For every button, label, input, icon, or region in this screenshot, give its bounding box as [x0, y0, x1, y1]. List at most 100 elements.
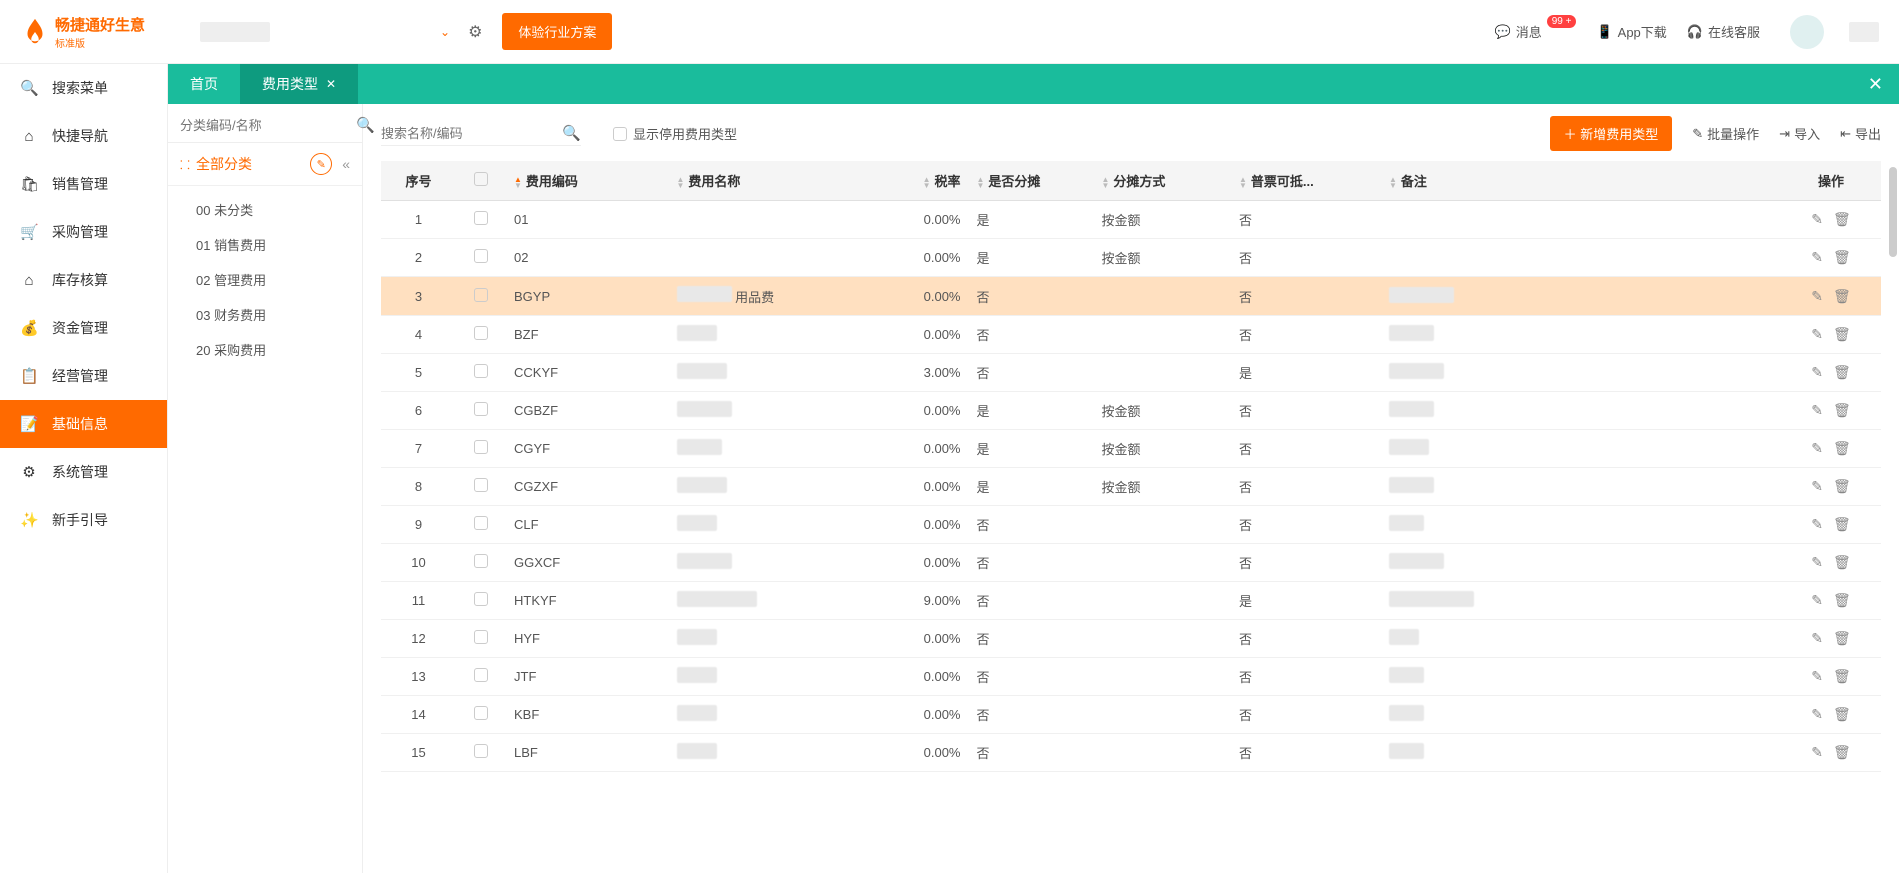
sidebar-item-新手引导[interactable]: ✨新手引导: [0, 496, 167, 544]
delete-icon[interactable]: 🗑: [1833, 364, 1851, 381]
table-row[interactable]: 7 CGYF 0.00% 是 按金额 否 ✎🗑: [381, 430, 1881, 468]
sidebar-item-采购管理[interactable]: 🛒采购管理: [0, 208, 167, 256]
row-checkbox[interactable]: [474, 554, 488, 568]
sidebar-item-资金管理[interactable]: 💰资金管理: [0, 304, 167, 352]
th-alloc[interactable]: ▲▼是否分摊: [969, 161, 1094, 201]
row-checkbox[interactable]: [474, 364, 488, 378]
edit-icon[interactable]: ✎: [1811, 554, 1823, 571]
add-expense-type-button[interactable]: ＋ 新增费用类型: [1550, 116, 1673, 151]
th-remark[interactable]: ▲▼备注: [1381, 161, 1781, 201]
row-checkbox[interactable]: [474, 326, 488, 340]
delete-icon[interactable]: 🗑: [1833, 706, 1851, 723]
online-service-link[interactable]: 🎧 在线客服: [1687, 22, 1760, 41]
table-row[interactable]: 13 JTF 0.00% 否 否 ✎🗑: [381, 658, 1881, 696]
tree-root-label[interactable]: 全部分类: [196, 154, 310, 174]
export-link[interactable]: ⇤ 导出: [1840, 124, 1881, 143]
delete-icon[interactable]: 🗑: [1833, 516, 1851, 533]
table-row[interactable]: 2 02 0.00% 是 按金额 否 ✎🗑: [381, 239, 1881, 277]
th-deduct[interactable]: ▲▼普票可抵...: [1231, 161, 1381, 201]
category-search-input[interactable]: [180, 118, 356, 133]
batch-ops-link[interactable]: ✎ 批量操作: [1692, 124, 1759, 143]
tree-item[interactable]: 03 财务费用: [168, 297, 362, 332]
edit-icon[interactable]: ✎: [1811, 630, 1823, 647]
sidebar-item-快捷导航[interactable]: ⌂快捷导航: [0, 112, 167, 160]
delete-icon[interactable]: 🗑: [1833, 744, 1851, 761]
delete-icon[interactable]: 🗑: [1833, 440, 1851, 457]
edit-icon[interactable]: ✎: [1811, 516, 1823, 533]
tab-close-icon[interactable]: ✕: [326, 77, 336, 91]
th-tax[interactable]: ▲▼税率: [869, 161, 969, 201]
tabs-close-all-icon[interactable]: ✕: [1852, 74, 1899, 95]
table-row[interactable]: 9 CLF 0.00% 否 否 ✎🗑: [381, 506, 1881, 544]
tab-费用类型[interactable]: 费用类型✕: [240, 64, 358, 104]
avatar-more[interactable]: [1849, 22, 1879, 42]
row-checkbox[interactable]: [474, 516, 488, 530]
search-icon[interactable]: 🔍: [562, 124, 581, 142]
row-checkbox[interactable]: [474, 288, 488, 302]
sidebar-item-库存核算[interactable]: ⌂库存核算: [0, 256, 167, 304]
sidebar-item-搜索菜单[interactable]: 🔍搜索菜单: [0, 64, 167, 112]
row-checkbox[interactable]: [474, 706, 488, 720]
delete-icon[interactable]: 🗑: [1833, 630, 1851, 647]
th-seq[interactable]: 序号: [381, 161, 456, 201]
delete-icon[interactable]: 🗑: [1833, 668, 1851, 685]
row-checkbox[interactable]: [474, 592, 488, 606]
table-row[interactable]: 10 GGXCF 0.00% 否 否 ✎🗑: [381, 544, 1881, 582]
edit-icon[interactable]: ✎: [1811, 211, 1823, 228]
edit-icon[interactable]: ✎: [1811, 326, 1823, 343]
edit-icon[interactable]: ✎: [1811, 478, 1823, 495]
tree-collapse-icon[interactable]: «: [342, 156, 350, 172]
settings-gear-icon[interactable]: ⚙: [468, 22, 482, 42]
tree-item[interactable]: 00 未分类: [168, 192, 362, 227]
table-row[interactable]: 1 01 0.00% 是 按金额 否 ✎🗑: [381, 201, 1881, 239]
table-row[interactable]: 8 CGZXF 0.00% 是 按金额 否 ✎🗑: [381, 468, 1881, 506]
delete-icon[interactable]: 🗑: [1833, 592, 1851, 609]
th-name[interactable]: ▲▼费用名称: [669, 161, 869, 201]
sidebar-item-系统管理[interactable]: ⚙系统管理: [0, 448, 167, 496]
row-checkbox[interactable]: [474, 402, 488, 416]
tab-首页[interactable]: 首页: [168, 64, 240, 104]
scrollbar-thumb[interactable]: [1889, 167, 1897, 257]
edit-icon[interactable]: ✎: [1811, 364, 1823, 381]
th-code[interactable]: ▲▼费用编码: [506, 161, 669, 201]
edit-icon[interactable]: ✎: [1811, 249, 1823, 266]
table-row[interactable]: 11 HTKYF 9.00% 否 是 ✎🗑: [381, 582, 1881, 620]
message-link[interactable]: 💬 消息 99 +: [1495, 22, 1577, 41]
edit-icon[interactable]: ✎: [1811, 668, 1823, 685]
edit-icon[interactable]: ✎: [1811, 706, 1823, 723]
delete-icon[interactable]: 🗑: [1833, 326, 1851, 343]
edit-icon[interactable]: ✎: [1811, 744, 1823, 761]
avatar[interactable]: [1790, 15, 1824, 49]
edit-icon[interactable]: ✎: [1811, 288, 1823, 305]
tenant-selector[interactable]: ⌄: [200, 22, 450, 42]
delete-icon[interactable]: 🗑: [1833, 288, 1851, 305]
edit-icon[interactable]: ✎: [1811, 402, 1823, 419]
row-checkbox[interactable]: [474, 211, 488, 225]
table-row[interactable]: 4 BZF 0.00% 否 否 ✎🗑: [381, 316, 1881, 354]
delete-icon[interactable]: 🗑: [1833, 211, 1851, 228]
row-checkbox[interactable]: [474, 668, 488, 682]
th-checkbox[interactable]: [456, 161, 506, 201]
edit-icon[interactable]: ✎: [1811, 592, 1823, 609]
row-checkbox[interactable]: [474, 478, 488, 492]
app-download-link[interactable]: 📱 App下载: [1596, 22, 1666, 41]
row-checkbox[interactable]: [474, 249, 488, 263]
tree-item[interactable]: 01 销售费用: [168, 227, 362, 262]
edit-icon[interactable]: ✎: [1811, 440, 1823, 457]
table-row[interactable]: 6 CGBZF 0.00% 是 按金额 否 ✎🗑: [381, 392, 1881, 430]
row-checkbox[interactable]: [474, 630, 488, 644]
table-search-input[interactable]: [381, 122, 562, 145]
delete-icon[interactable]: 🗑: [1833, 554, 1851, 571]
delete-icon[interactable]: 🗑: [1833, 478, 1851, 495]
table-row[interactable]: 12 HYF 0.00% 否 否 ✎🗑: [381, 620, 1881, 658]
experience-button[interactable]: 体验行业方案: [502, 13, 612, 50]
th-method[interactable]: ▲▼分摊方式: [1094, 161, 1232, 201]
table-row[interactable]: 3 BGYP 用品费 0.00% 否 否 ✎🗑: [381, 277, 1881, 316]
sidebar-item-经营管理[interactable]: 📋经营管理: [0, 352, 167, 400]
table-row[interactable]: 5 CCKYF 3.00% 否 是 ✎🗑: [381, 354, 1881, 392]
tree-item[interactable]: 02 管理费用: [168, 262, 362, 297]
table-row[interactable]: 15 LBF 0.00% 否 否 ✎🗑: [381, 734, 1881, 772]
table-row[interactable]: 14 KBF 0.00% 否 否 ✎🗑: [381, 696, 1881, 734]
import-link[interactable]: ⇥ 导入: [1779, 124, 1820, 143]
show-disabled-checkbox[interactable]: 显示停用费用类型: [613, 124, 737, 143]
